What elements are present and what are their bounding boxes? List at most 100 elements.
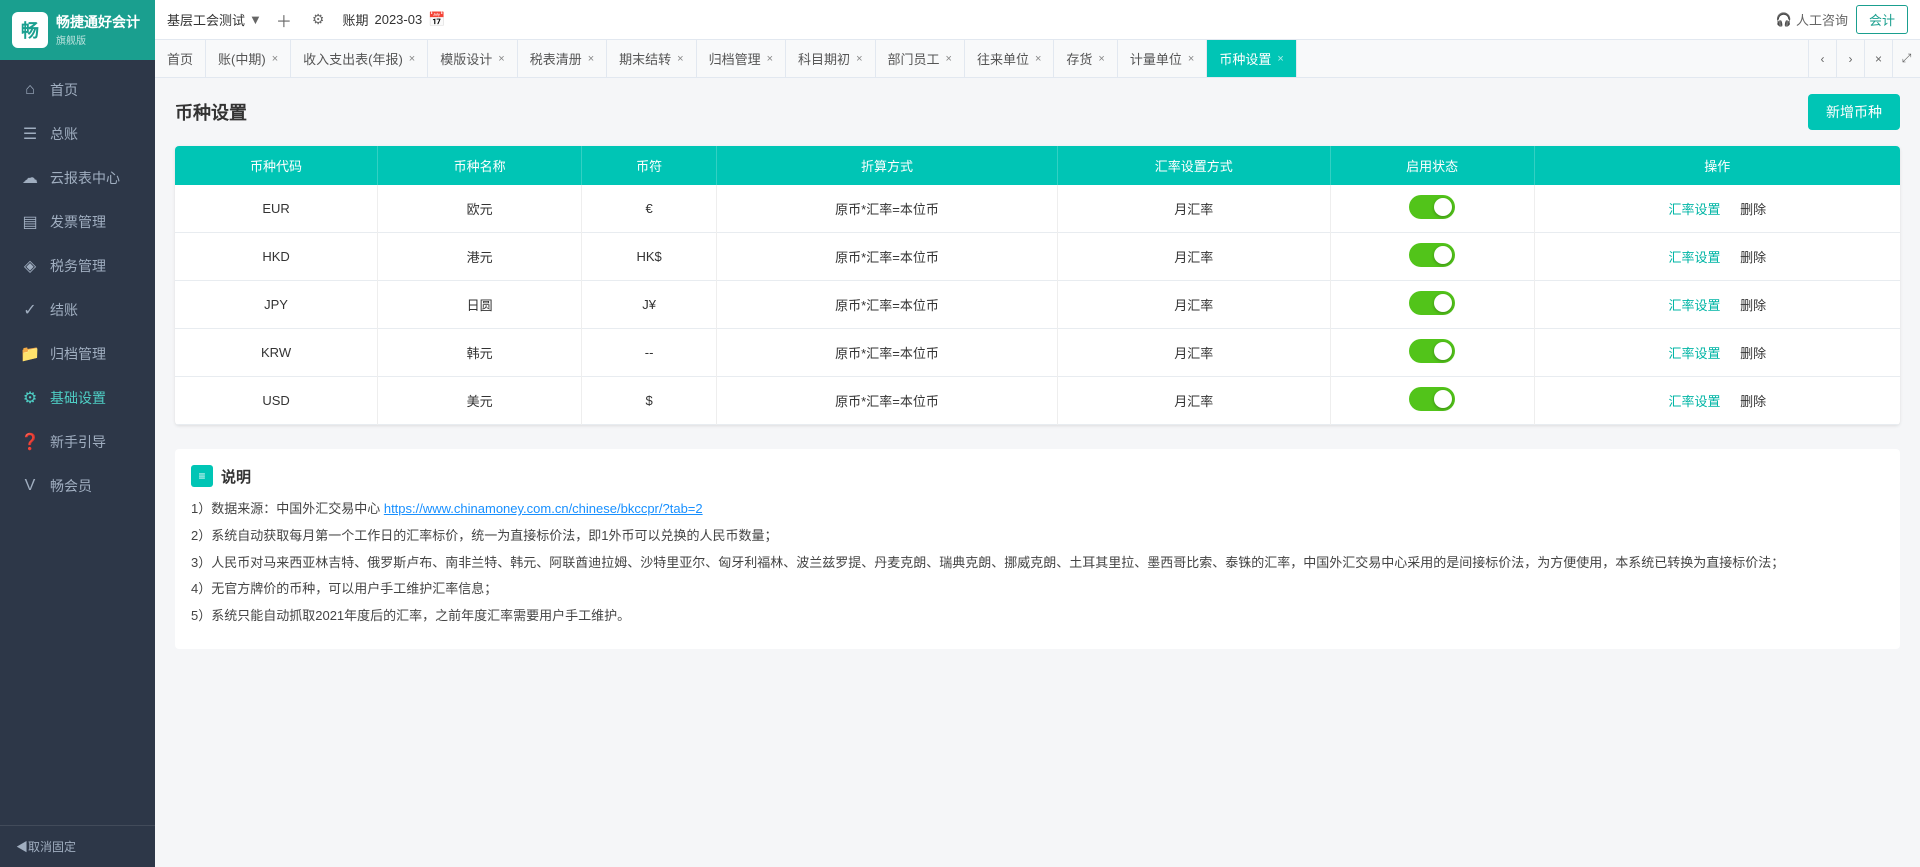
sidebar-item-tax[interactable]: ◈ 税务管理 bbox=[0, 244, 155, 288]
enable-toggle[interactable] bbox=[1409, 339, 1455, 363]
reports-icon: ☁ bbox=[20, 168, 40, 188]
tab-close-all-button[interactable]: × bbox=[1864, 40, 1892, 78]
cell-name: 港元 bbox=[378, 233, 582, 281]
currency-table: 币种代码 币种名称 币符 折算方式 汇率设置方式 启用状态 操作 EUR 欧元 … bbox=[175, 146, 1900, 425]
enable-toggle[interactable] bbox=[1409, 243, 1455, 267]
settlement-icon: ✓ bbox=[20, 300, 40, 320]
enable-toggle[interactable] bbox=[1409, 291, 1455, 315]
tab-currency[interactable]: 币种设置 × bbox=[1207, 40, 1296, 78]
col-rate-method: 汇率设置方式 bbox=[1057, 146, 1330, 185]
tab-income[interactable]: 收入支出表(年报) × bbox=[291, 40, 428, 78]
col-action: 操作 bbox=[1534, 146, 1900, 185]
rate-settings-link[interactable]: 汇率设置 bbox=[1668, 298, 1720, 313]
delete-link[interactable]: 删除 bbox=[1740, 346, 1766, 361]
sidebar-item-archive[interactable]: 📁 归档管理 bbox=[0, 332, 155, 376]
tab-dept-close[interactable]: × bbox=[946, 53, 952, 65]
tab-period[interactable]: 账(中期) × bbox=[206, 40, 291, 78]
tab-subjects[interactable]: 科目期初 × bbox=[786, 40, 875, 78]
cell-rate-method: 月汇率 bbox=[1057, 377, 1330, 425]
rate-settings-link[interactable]: 汇率设置 bbox=[1668, 394, 1720, 409]
notes-item: 4）无官方牌价的币种，可以用户手工维护汇率信息； bbox=[191, 579, 1884, 600]
cell-actions: 汇率设置 删除 bbox=[1534, 233, 1900, 281]
sidebar: 畅 畅捷通好会计 旗舰版 ⌂ 首页 ☰ 总账 ☁ 云报表中心 ▤ 发票管理 ◈ … bbox=[0, 0, 155, 867]
sidebar-item-invoice[interactable]: ▤ 发票管理 bbox=[0, 200, 155, 244]
page-header: 币种设置 新增币种 bbox=[175, 94, 1900, 130]
rate-settings-link[interactable]: 汇率设置 bbox=[1668, 202, 1720, 217]
tab-clients-close[interactable]: × bbox=[1035, 53, 1041, 65]
enable-toggle[interactable] bbox=[1409, 195, 1455, 219]
company-settings-icon[interactable]: ⚙ bbox=[306, 9, 331, 30]
sidebar-item-member[interactable]: V 畅会员 bbox=[0, 464, 155, 508]
company-selector[interactable]: 基层工会测试 ▼ bbox=[167, 10, 262, 29]
notes-item: 5）系统只能自动抓取2021年度后的汇率，之前年度汇率需要用户手工维护。 bbox=[191, 606, 1884, 627]
notes-item: 3）人民币对马来西亚林吉特、俄罗斯卢布、南非兰特、韩元、阿联酋迪拉姆、沙特里亚尔… bbox=[191, 553, 1884, 574]
tab-home[interactable]: 首页 bbox=[155, 40, 206, 78]
delete-link[interactable]: 删除 bbox=[1740, 202, 1766, 217]
tab-archive-close[interactable]: × bbox=[767, 53, 773, 65]
tab-next-button[interactable]: › bbox=[1836, 40, 1864, 78]
tab-period-end-label: 期末结转 bbox=[619, 49, 671, 68]
tab-clients-label: 往来单位 bbox=[977, 49, 1029, 68]
add-company-button[interactable]: ＋ bbox=[270, 6, 298, 34]
sidebar-item-reports-label: 云报表中心 bbox=[50, 168, 120, 188]
notes-item: 1）数据来源：中国外汇交易中心 https://www.chinamoney.c… bbox=[191, 499, 1884, 520]
logo-subtitle: 旗舰版 bbox=[56, 32, 140, 47]
enable-toggle[interactable] bbox=[1409, 387, 1455, 411]
tab-dept[interactable]: 部门员工 × bbox=[876, 40, 965, 78]
delete-link[interactable]: 删除 bbox=[1740, 394, 1766, 409]
help-button[interactable]: 🎧 人工咨询 bbox=[1776, 10, 1848, 29]
tab-period-end[interactable]: 期末结转 × bbox=[607, 40, 696, 78]
tab-maximize-button[interactable]: ⤢ bbox=[1892, 40, 1920, 78]
cell-actions: 汇率设置 删除 bbox=[1534, 185, 1900, 233]
cell-name: 韩元 bbox=[378, 329, 582, 377]
tab-period-end-close[interactable]: × bbox=[677, 53, 683, 65]
sidebar-item-ledger[interactable]: ☰ 总账 bbox=[0, 112, 155, 156]
cell-actions: 汇率设置 删除 bbox=[1534, 329, 1900, 377]
tab-prev-button[interactable]: ‹ bbox=[1808, 40, 1836, 78]
tab-unit[interactable]: 计量单位 × bbox=[1118, 40, 1207, 78]
tab-inventory-label: 存货 bbox=[1066, 49, 1092, 68]
notes-icon: ≡ bbox=[191, 465, 213, 487]
sidebar-item-settings[interactable]: ⚙ 基础设置 bbox=[0, 376, 155, 420]
period-selector[interactable]: 账期 2023-03 📅 bbox=[342, 10, 445, 29]
tab-inventory[interactable]: 存货 × bbox=[1054, 40, 1117, 78]
delete-link[interactable]: 删除 bbox=[1740, 298, 1766, 313]
notes-list: 1）数据来源：中国外汇交易中心 https://www.chinamoney.c… bbox=[191, 499, 1884, 627]
tab-tax-close[interactable]: × bbox=[588, 53, 594, 65]
tab-template[interactable]: 模版设计 × bbox=[428, 40, 517, 78]
sidebar-pin-toggle[interactable]: ◀取消固定 bbox=[0, 825, 155, 867]
tab-period-close[interactable]: × bbox=[272, 53, 278, 65]
new-currency-button[interactable]: 新增币种 bbox=[1808, 94, 1900, 130]
cell-code: KRW bbox=[175, 329, 378, 377]
rate-settings-link[interactable]: 汇率设置 bbox=[1668, 250, 1720, 265]
sidebar-item-reports[interactable]: ☁ 云报表中心 bbox=[0, 156, 155, 200]
guide-icon: ❓ bbox=[20, 432, 40, 452]
cell-name: 日圆 bbox=[378, 281, 582, 329]
kuaiji-button[interactable]: 会计 bbox=[1856, 5, 1908, 34]
sidebar-item-guide[interactable]: ❓ 新手引导 bbox=[0, 420, 155, 464]
home-icon: ⌂ bbox=[20, 81, 40, 99]
tab-tax[interactable]: 税表清册 × bbox=[518, 40, 607, 78]
delete-link[interactable]: 删除 bbox=[1740, 250, 1766, 265]
tab-clients[interactable]: 往来单位 × bbox=[965, 40, 1054, 78]
settings-icon: ⚙ bbox=[20, 388, 40, 408]
notes-external-link[interactable]: https://www.chinamoney.com.cn/chinese/bk… bbox=[384, 501, 703, 516]
tab-currency-close[interactable]: × bbox=[1277, 53, 1283, 65]
cell-calc: 原币*汇率=本位币 bbox=[717, 233, 1058, 281]
period-label: 账期 bbox=[342, 10, 368, 29]
sidebar-item-home[interactable]: ⌂ 首页 bbox=[0, 68, 155, 112]
tab-inventory-close[interactable]: × bbox=[1098, 53, 1104, 65]
topbar-right: 🎧 人工咨询 会计 bbox=[1776, 5, 1908, 34]
logo-icon: 畅 bbox=[12, 12, 48, 48]
rate-settings-link[interactable]: 汇率设置 bbox=[1668, 346, 1720, 361]
cell-rate-method: 月汇率 bbox=[1057, 233, 1330, 281]
cell-symbol: J¥ bbox=[582, 281, 717, 329]
tab-archive[interactable]: 归档管理 × bbox=[697, 40, 786, 78]
sidebar-item-settlement[interactable]: ✓ 结账 bbox=[0, 288, 155, 332]
tab-template-close[interactable]: × bbox=[498, 53, 504, 65]
tab-unit-close[interactable]: × bbox=[1188, 53, 1194, 65]
tab-income-close[interactable]: × bbox=[409, 53, 415, 65]
tab-subjects-close[interactable]: × bbox=[856, 53, 862, 65]
help-label: 人工咨询 bbox=[1796, 10, 1848, 29]
tab-subjects-label: 科目期初 bbox=[798, 49, 850, 68]
